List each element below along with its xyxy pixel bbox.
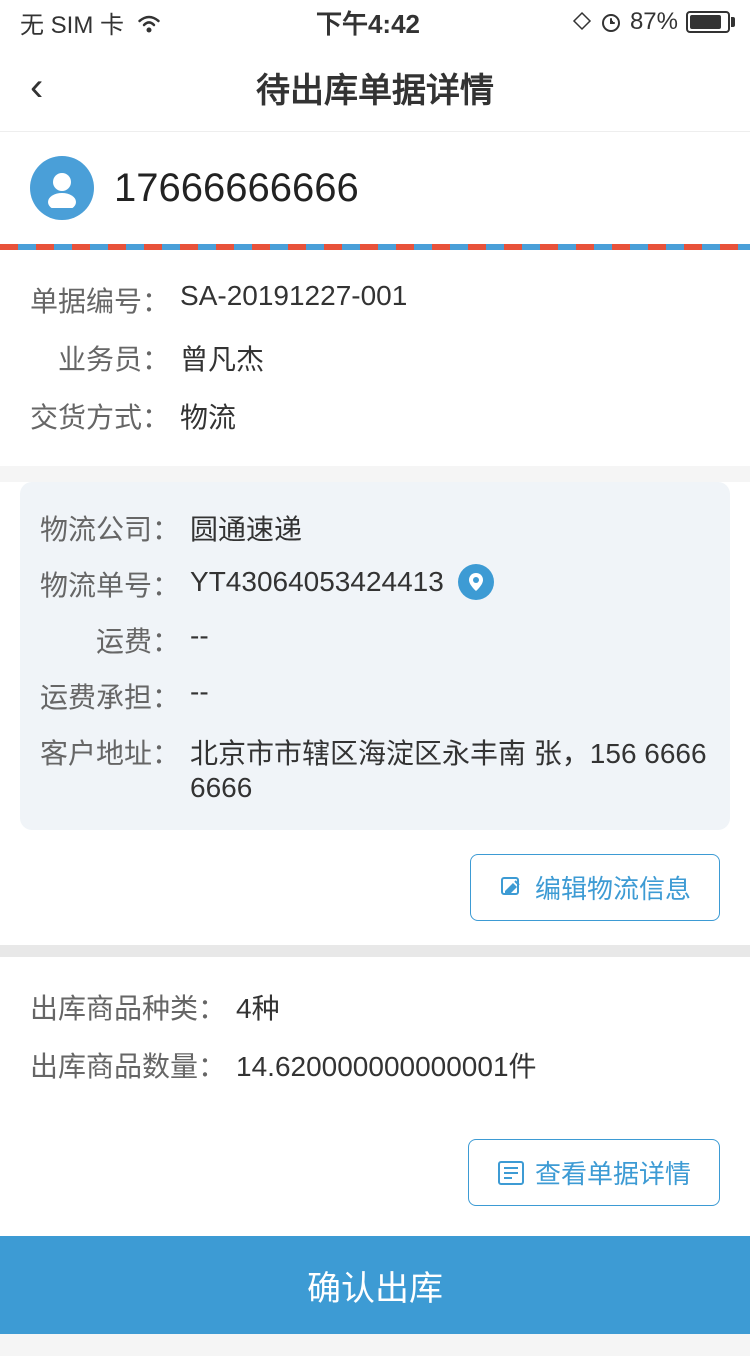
- view-detail-button[interactable]: 查看单据详情: [468, 1139, 720, 1206]
- phone-header-section: 17666666666: [0, 132, 750, 244]
- carrier-text: 无 SIM 卡: [20, 5, 124, 40]
- map-pin-icon: [466, 571, 486, 593]
- status-time: 下午4:42: [316, 4, 420, 41]
- edit-logistics-button[interactable]: 编辑物流信息: [470, 854, 720, 921]
- user-avatar-svg: [42, 168, 82, 208]
- logistics-freight-label: 运费：: [40, 620, 180, 660]
- wifi-icon: [134, 11, 164, 33]
- status-bar: 无 SIM 卡 下午4:42 87%: [0, 0, 750, 44]
- logistics-outer-section: 物流公司： 圆通速递 物流单号： YT43064053424413 运费： --…: [0, 482, 750, 945]
- delivery-row: 交货方式： 物流: [30, 396, 720, 436]
- logistics-freight-bearer-label: 运费承担：: [40, 676, 180, 716]
- confirm-button-label: 确认出库: [307, 1261, 443, 1310]
- edit-logistics-label: 编辑物流信息: [535, 869, 691, 906]
- battery-icon: [686, 11, 730, 33]
- logistics-address-label: 客户地址：: [40, 732, 180, 772]
- goods-types-value: 4种: [236, 987, 280, 1027]
- logistics-company-label: 物流公司：: [40, 508, 180, 548]
- document-label: 单据编号：: [30, 280, 170, 320]
- salesman-value: 曾凡杰: [180, 338, 720, 378]
- logistics-freight-value: --: [190, 620, 710, 652]
- logistics-address-value: 北京市市辖区海淀区永丰南 张，156 6666 6666: [190, 732, 710, 804]
- goods-section: 出库商品种类： 4种 出库商品数量： 14.620000000000001件: [0, 957, 750, 1115]
- logistics-address-row: 客户地址： 北京市市辖区海淀区永丰南 张，156 6666 6666: [40, 732, 710, 804]
- tracking-number-text: YT43064053424413: [190, 566, 444, 598]
- edit-icon: [499, 875, 525, 901]
- avatar-icon: [30, 156, 94, 220]
- delivery-value: 物流: [180, 396, 720, 436]
- goods-quantity-value: 14.620000000000001件: [236, 1045, 537, 1085]
- status-right: 87%: [572, 8, 730, 36]
- logistics-card: 物流公司： 圆通速递 物流单号： YT43064053424413 运费： --…: [20, 482, 730, 830]
- logistics-tracking-value: YT43064053424413: [190, 564, 710, 600]
- view-detail-label: 查看单据详情: [535, 1154, 691, 1191]
- tracking-location-icon[interactable]: [458, 564, 494, 600]
- status-left: 无 SIM 卡: [20, 5, 164, 40]
- basic-info-section: 单据编号： SA-20191227-001 业务员： 曾凡杰 交货方式： 物流: [0, 250, 750, 466]
- location-status-icon: [572, 11, 592, 33]
- confirm-button-bar[interactable]: 确认出库: [0, 1236, 750, 1334]
- logistics-freight-bearer-value: --: [190, 676, 710, 708]
- logistics-company-row: 物流公司： 圆通速递: [40, 508, 710, 548]
- salesman-label: 业务员：: [30, 338, 170, 378]
- document-value: SA-20191227-001: [180, 280, 720, 312]
- logistics-tracking-row: 物流单号： YT43064053424413: [40, 564, 710, 604]
- nav-bar: ‹ 待出库单据详情: [0, 44, 750, 132]
- list-icon: [497, 1160, 525, 1186]
- goods-quantity-label: 出库商品数量：: [30, 1045, 226, 1085]
- alarm-icon: [600, 11, 622, 33]
- page-title: 待出库单据详情: [256, 63, 494, 112]
- phone-number: 17666666666: [114, 166, 359, 211]
- delivery-label: 交货方式：: [30, 396, 170, 436]
- goods-types-row: 出库商品种类： 4种: [30, 987, 720, 1027]
- edit-btn-row: 编辑物流信息: [0, 830, 750, 945]
- document-row: 单据编号： SA-20191227-001: [30, 280, 720, 320]
- logistics-tracking-label: 物流单号：: [40, 564, 180, 604]
- goods-types-label: 出库商品种类：: [30, 987, 226, 1027]
- battery-percent: 87%: [630, 8, 678, 36]
- logistics-freight-row: 运费： --: [40, 620, 710, 660]
- salesman-row: 业务员： 曾凡杰: [30, 338, 720, 378]
- view-detail-btn-row: 查看单据详情: [0, 1115, 750, 1236]
- logistics-freight-bearer-row: 运费承担： --: [40, 676, 710, 716]
- gray-separator-1: [0, 945, 750, 957]
- goods-quantity-row: 出库商品数量： 14.620000000000001件: [30, 1045, 720, 1085]
- back-button[interactable]: ‹: [30, 65, 43, 110]
- logistics-company-value: 圆通速递: [190, 508, 710, 548]
